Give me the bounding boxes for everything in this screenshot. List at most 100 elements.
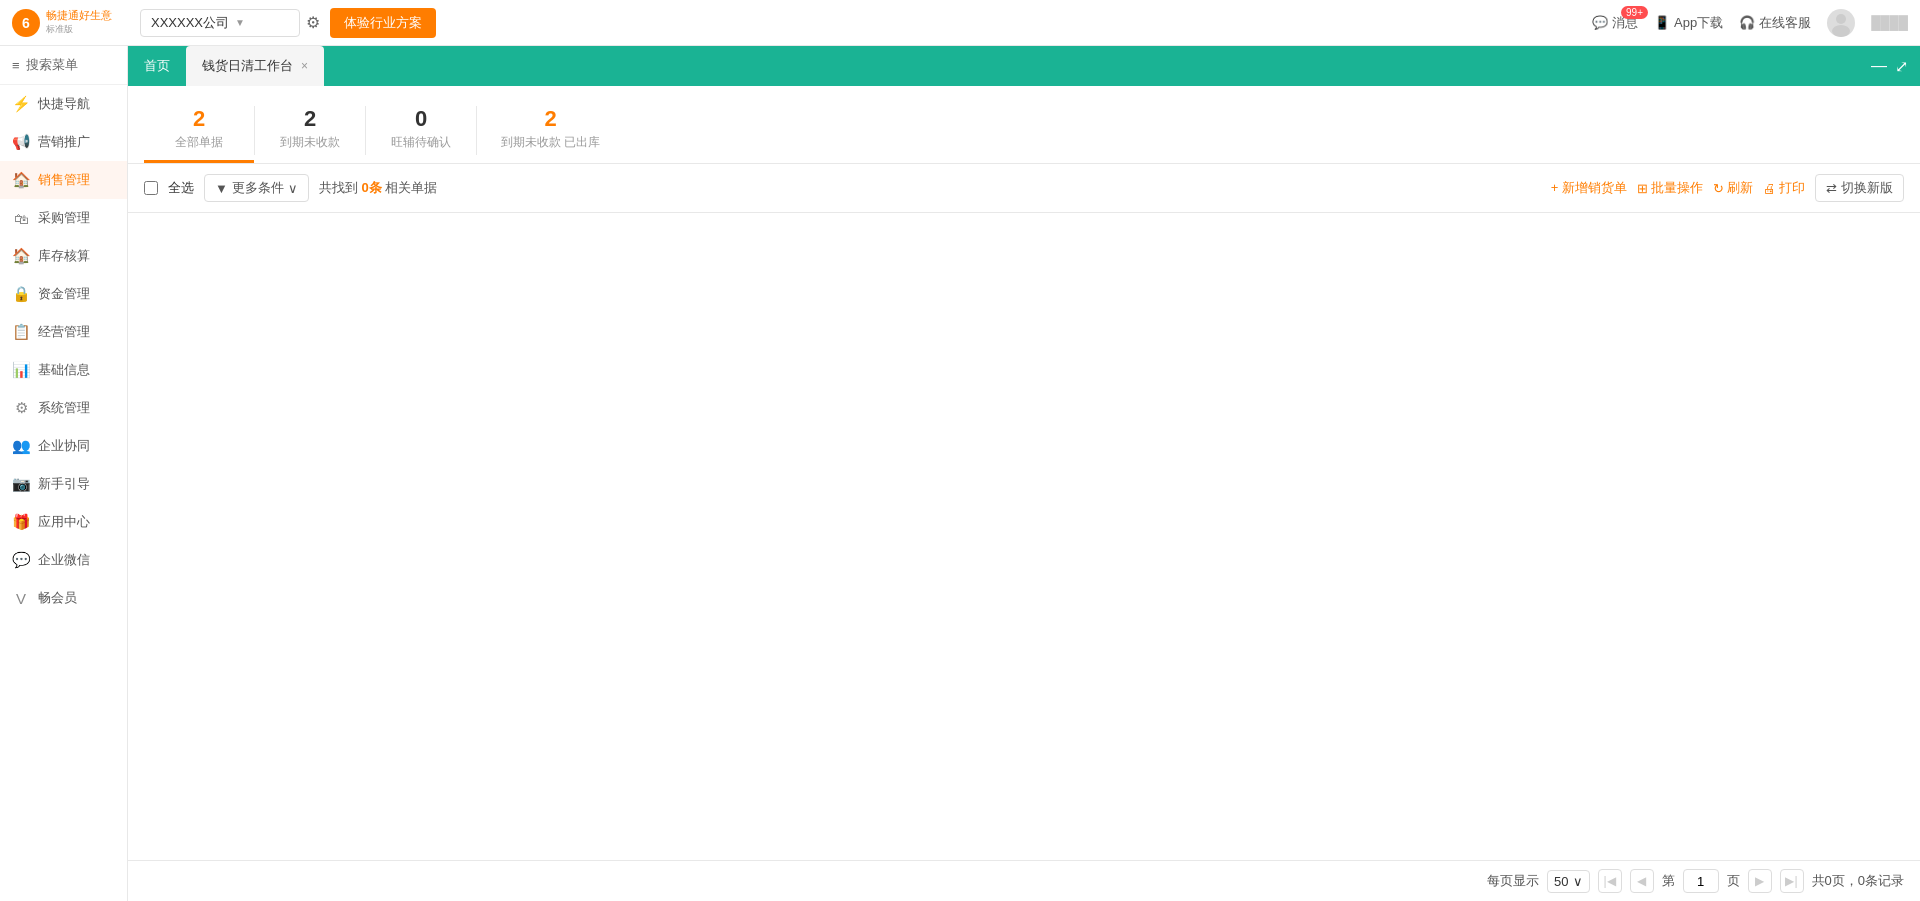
batch-operation-button[interactable]: ⊞ 批量操作 (1637, 179, 1703, 197)
sidebar-label-7: 基础信息 (38, 361, 90, 379)
company-selector[interactable]: XXXXXX公司 ▼ (140, 9, 300, 37)
online-service-label: 在线客服 (1759, 14, 1811, 32)
batch-label: 批量操作 (1651, 179, 1703, 197)
app-download-button[interactable]: 📱 App下载 (1654, 14, 1723, 32)
app-download-label: App下载 (1674, 14, 1723, 32)
sidebar-item-资金管理[interactable]: 🔒资金管理 (0, 275, 127, 313)
sidebar-label-13: 畅会员 (38, 589, 77, 607)
sidebar-item-企业微信[interactable]: 💬企业微信 (0, 541, 127, 579)
avatar[interactable] (1827, 9, 1855, 37)
sidebar: ≡ 搜索菜单 ⚡快捷导航📢营销推广🏠销售管理 🛍 采购管理 🏠库存核算🔒资金管理 📋 经营… (0, 46, 128, 901)
stat-label-2: 旺辅待确认 (391, 134, 451, 151)
sidebar-item-快捷导航[interactable]: ⚡快捷导航 (0, 85, 127, 123)
sidebar-item-采购管理[interactable]: 🛍 采购管理 (0, 199, 127, 237)
experience-button[interactable]: 体验行业方案 (330, 8, 436, 38)
stat-label-0: 全部单据 (175, 134, 223, 151)
sidebar-item-企业协同[interactable]: 👥企业协同 (0, 427, 127, 465)
sidebar-icon-3: 🛍 (12, 210, 30, 227)
tab-close-icon[interactable]: × (301, 59, 308, 73)
sidebar-icon-6: 📋 (12, 323, 30, 341)
stat-num-1: 2 (304, 106, 316, 132)
sidebar-label-12: 企业微信 (38, 551, 90, 569)
filter-label: 更多条件 (232, 179, 284, 197)
sidebar-label-1: 营销推广 (38, 133, 90, 151)
tab-bar-actions: — ⤢ (1871, 57, 1920, 76)
stat-num-2: 0 (415, 106, 427, 132)
page-label: 第 (1662, 872, 1675, 890)
sidebar-item-应用中心[interactable]: 🎁应用中心 (0, 503, 127, 541)
pagination: 每页显示 50 ∨ |◀ ◀ 第 页 ▶ ▶| 共0页，0条记录 (128, 860, 1920, 901)
batch-icon: ⊞ (1637, 181, 1648, 196)
online-service-button[interactable]: 🎧 在线客服 (1739, 14, 1811, 32)
print-label: 打印 (1779, 179, 1805, 197)
toolbar: 全选 ▼ 更多条件 ∨ 共找到 0条 相关单据 + 新增销货单 ⊞ (128, 164, 1920, 213)
per-page-value: 50 (1554, 874, 1568, 889)
tab-home[interactable]: 首页 (128, 46, 186, 86)
page-input[interactable] (1683, 869, 1719, 893)
home-tab-label: 首页 (144, 57, 170, 75)
sidebar-icon-11: 🎁 (12, 513, 30, 531)
sidebar-item-系统管理[interactable]: ⚙ 系统管理 (0, 389, 127, 427)
tab-active[interactable]: 钱货日清工作台 × (186, 46, 324, 86)
total-info: 共0页，0条记录 (1812, 872, 1904, 890)
page-last-button[interactable]: ▶| (1780, 869, 1804, 893)
sidebar-item-库存核算[interactable]: 🏠库存核算 (0, 237, 127, 275)
sidebar-label-8: 系统管理 (38, 399, 90, 417)
sidebar-item-基础信息[interactable]: 📊 基础信息 (0, 351, 127, 389)
tab-maximize-button[interactable]: ⤢ (1895, 57, 1908, 76)
stat-tab-2[interactable]: 0 旺辅待确认 (366, 98, 476, 163)
sidebar-label-3: 采购管理 (38, 209, 90, 227)
sidebar-icon-10: 📷 (12, 475, 30, 493)
found-prefix: 共找到 (319, 180, 358, 195)
switch-version-button[interactable]: ⇄ 切换新版 (1815, 174, 1904, 202)
message-icon: 💬 (1592, 15, 1608, 30)
messages-badge: 99+ (1621, 6, 1648, 19)
username-text: ████ (1871, 15, 1908, 30)
page-content: 2 全部单据 2到期未收款 0 旺辅待确认 2到期未收款 已出库 全选 ▼ 更多条件 ∨ … (128, 86, 1920, 901)
headset-icon: 🎧 (1739, 15, 1755, 30)
page-first-button[interactable]: |◀ (1598, 869, 1622, 893)
sidebar-icon-7: 📊 (12, 361, 30, 379)
sidebar-item-营销推广[interactable]: 📢营销推广 (0, 123, 127, 161)
content-area: 首页 钱货日清工作台 × — ⤢ 2 全部单据 2到期未收款 0 旺辅待确认 2到期未收款… (128, 46, 1920, 901)
sidebar-label-6: 经营管理 (38, 323, 90, 341)
username-area[interactable]: ████ (1871, 15, 1908, 30)
sidebar-item-经营管理[interactable]: 📋 经营管理 (0, 313, 127, 351)
found-suffix: 相关单据 (385, 180, 437, 195)
filter-chevron-icon: ∨ (288, 181, 298, 196)
sidebar-label-9: 企业协同 (38, 437, 90, 455)
stat-num-0: 2 (193, 106, 205, 132)
page-prev-button[interactable]: ◀ (1630, 869, 1654, 893)
refresh-label: 刷新 (1727, 179, 1753, 197)
logo-text-area: 畅捷通好生意 标准版 (46, 9, 112, 35)
sidebar-icon-4: 🏠 (12, 247, 30, 265)
per-page-label: 每页显示 (1487, 872, 1539, 890)
messages-button[interactable]: 💬 消息 99+ (1592, 14, 1638, 32)
found-count: 0条 (362, 180, 382, 195)
new-sale-button[interactable]: + 新增销货单 (1551, 179, 1627, 197)
refresh-button[interactable]: ↻ 刷新 (1713, 179, 1753, 197)
sidebar-item-新手引导[interactable]: 📷新手引导 (0, 465, 127, 503)
stat-tab-1[interactable]: 2到期未收款 (255, 98, 365, 163)
select-all-checkbox[interactable] (144, 181, 158, 195)
sidebar-item-畅会员[interactable]: V畅会员 (0, 579, 127, 617)
per-page-select[interactable]: 50 ∨ (1547, 870, 1589, 893)
sidebar-icon-8: ⚙ (12, 399, 30, 417)
filter-button[interactable]: ▼ 更多条件 ∨ (204, 174, 309, 202)
tab-minimize-button[interactable]: — (1871, 57, 1887, 76)
filter-icon: ▼ (215, 181, 228, 196)
settings-icon[interactable]: ⚙ (306, 13, 320, 32)
found-text: 共找到 0条 相关单据 (319, 179, 437, 197)
svg-point-1 (1832, 25, 1850, 37)
page-next-button[interactable]: ▶ (1748, 869, 1772, 893)
stat-tab-3[interactable]: 2到期未收款 已出库 (477, 98, 624, 163)
logo-area: 6 畅捷通好生意 标准版 (12, 9, 140, 37)
per-page-chevron-icon: ∨ (1573, 874, 1583, 889)
print-button[interactable]: 🖨 打印 (1763, 179, 1805, 197)
sidebar-item-销售管理[interactable]: 🏠销售管理 (0, 161, 127, 199)
switch-label: 切换新版 (1841, 179, 1893, 197)
stat-tab-0[interactable]: 2 全部单据 (144, 98, 254, 163)
chevron-down-icon: ▼ (235, 17, 245, 28)
sidebar-search[interactable]: ≡ 搜索菜单 (0, 46, 127, 85)
page-suffix: 页 (1727, 872, 1740, 890)
